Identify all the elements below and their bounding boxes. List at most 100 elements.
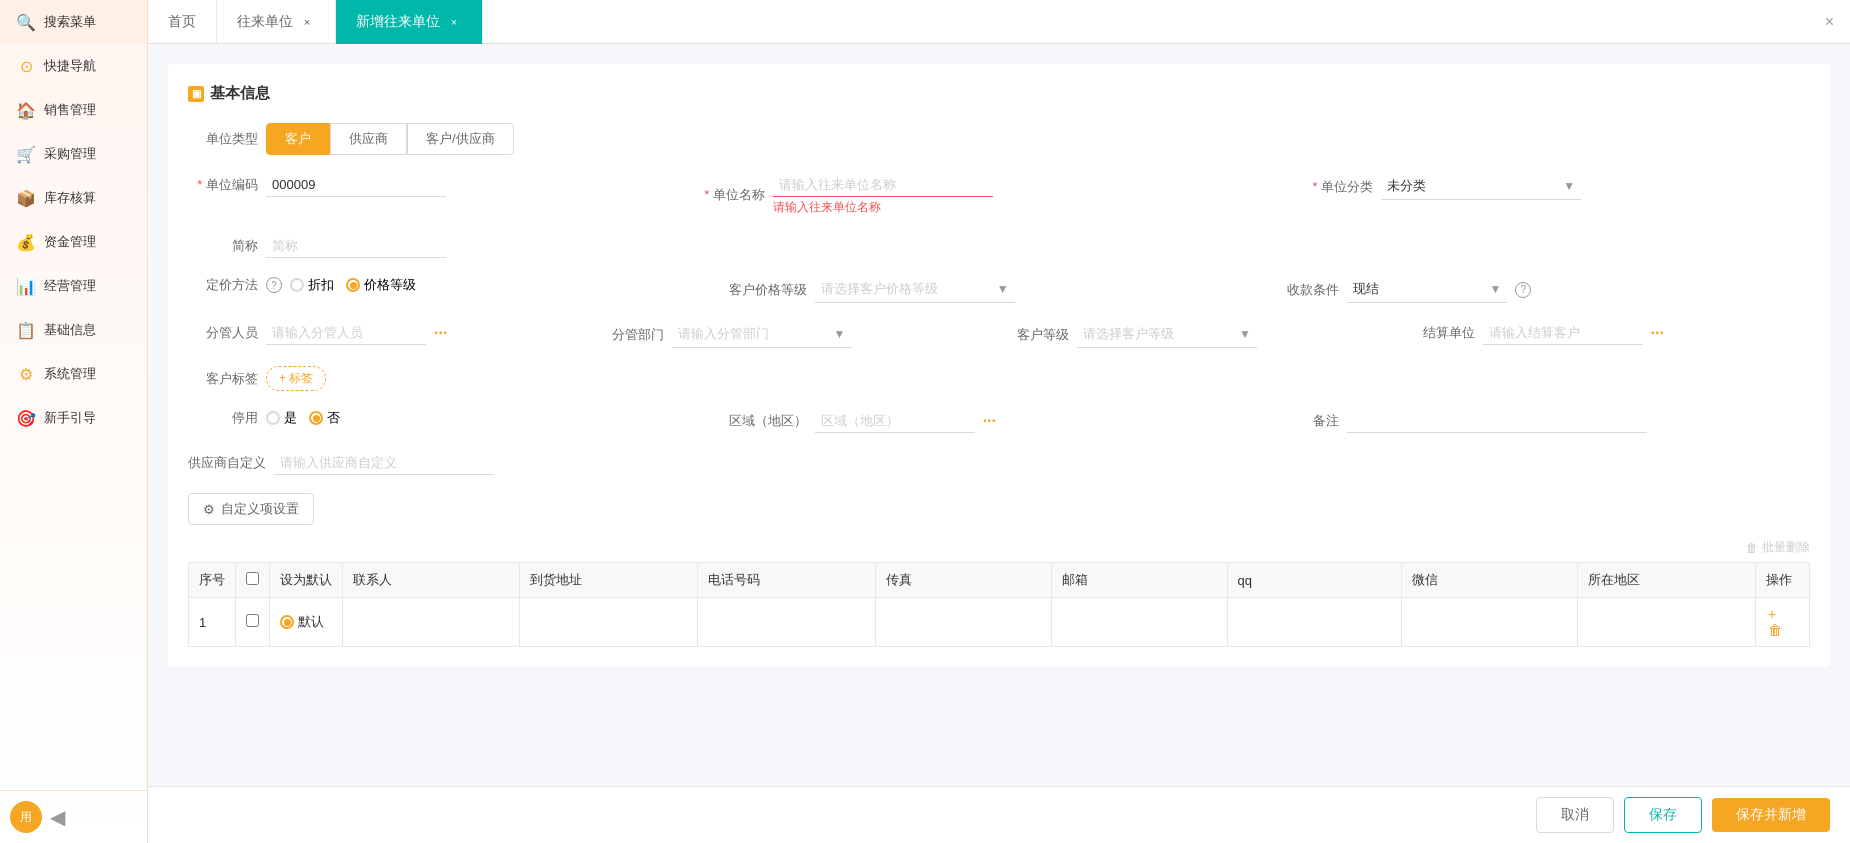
price-level-label: 客户价格等级 (729, 281, 807, 299)
sidebar-item-finance[interactable]: 💰 资金管理 (0, 220, 147, 264)
payment-terms-label: 收款条件 (1269, 281, 1339, 299)
disabled-region-row: 停用 是 否 区 (188, 409, 1810, 433)
unit-type-row: 单位类型 客户 供应商 客户/供应商 (188, 123, 1810, 155)
sidebar-bottom: 用 ◀ (0, 790, 147, 843)
row-default-label: 默认 (298, 613, 324, 631)
fax-input[interactable] (886, 615, 1041, 630)
radio-dot (350, 282, 357, 289)
type-btn-customer[interactable]: 客户 (266, 123, 330, 155)
radio-yes[interactable]: 是 (266, 409, 297, 427)
unit-code-field: 单位编码 (188, 173, 695, 197)
remark-input[interactable] (1347, 409, 1647, 433)
pricing-method-label: 定价方法 (188, 276, 258, 294)
contact-input[interactable] (353, 615, 509, 630)
sidebar-item-inventory[interactable]: 📦 库存核算 (0, 176, 147, 220)
address-input[interactable] (530, 615, 687, 630)
radio-no-label: 否 (327, 409, 340, 427)
cancel-button[interactable]: 取消 (1536, 797, 1614, 833)
unit-category-label: 单位分类 (1303, 178, 1373, 196)
tab-partner-close[interactable]: × (299, 14, 315, 30)
sidebar-collapse-icon[interactable]: ◀ (50, 805, 65, 829)
pricing-row: 定价方法 ? 折扣 价格等级 (188, 276, 1810, 303)
type-btn-both[interactable]: 客户/供应商 (407, 123, 514, 155)
tag-row: 客户标签 + 标签 (188, 366, 1810, 391)
pricing-help-icon[interactable]: ? (266, 277, 282, 293)
row-delete-btn[interactable]: 🗑 (1768, 622, 1782, 638)
manager-more-btn[interactable]: ··· (434, 324, 447, 342)
cell-index: 1 (189, 598, 236, 647)
col-default: 设为默认 (270, 563, 343, 598)
sidebar-item-guide[interactable]: 🎯 新手引导 (0, 396, 147, 440)
row-default-radio[interactable]: 默认 (280, 613, 332, 631)
section-icon: ▣ (188, 86, 204, 102)
sidebar-item-basic[interactable]: 📋 基础信息 (0, 308, 147, 352)
settlement-more-btn[interactable]: ··· (1651, 324, 1664, 342)
custom-settings-button[interactable]: ⚙ 自定义项设置 (188, 493, 314, 525)
batch-delete-button[interactable]: 🗑 批量删除 (1746, 539, 1810, 556)
sidebar-item-system[interactable]: ⚙ 系统管理 (0, 352, 147, 396)
col-contact: 联系人 (343, 563, 520, 598)
cell-action: + 🗑 (1755, 598, 1809, 647)
basic-icon: 📋 (16, 320, 36, 340)
sidebar-item-search[interactable]: 🔍 搜索菜单 (0, 0, 147, 44)
region-more-btn[interactable]: ··· (983, 412, 996, 430)
row-checkbox[interactable] (246, 614, 259, 627)
row-add-btn[interactable]: + (1768, 606, 1776, 622)
row-region-input[interactable] (1588, 615, 1745, 630)
region-label: 区域（地区） (729, 412, 807, 430)
tab-partner[interactable]: 往来单位 × (217, 0, 336, 44)
unit-code-input[interactable] (266, 173, 446, 197)
sidebar-item-quick-nav[interactable]: ⊙ 快捷导航 (0, 44, 147, 88)
qq-input[interactable] (1238, 615, 1391, 630)
customer-level-field: 客户等级 请选择客户等级 ▼ (999, 321, 1405, 348)
settlement-input[interactable] (1483, 321, 1643, 345)
content-area: ▣ 基本信息 单位类型 客户 供应商 客户/供应商 单位编码 (148, 44, 1850, 786)
tab-new-partner-close[interactable]: × (446, 14, 462, 30)
price-level-chevron: ▼ (997, 282, 1009, 296)
save-button[interactable]: 保存 (1624, 797, 1702, 833)
price-level-placeholder: 请选择客户价格等级 (821, 280, 993, 298)
section-title: ▣ 基本信息 (188, 84, 1810, 103)
tab-new-partner[interactable]: 新增往来单位 × (336, 0, 483, 44)
email-input[interactable] (1062, 615, 1217, 630)
radio-discount[interactable]: 折扣 (290, 276, 334, 294)
tab-bar-close[interactable]: × (1809, 13, 1850, 31)
sidebar-item-operations[interactable]: 📊 经营管理 (0, 264, 147, 308)
customer-level-select[interactable]: 请选择客户等级 ▼ (1077, 321, 1257, 348)
select-all-checkbox[interactable] (246, 572, 259, 585)
contact-table-container: 序号 设为默认 联系人 到货地址 电话号码 传真 邮箱 qq 微信 所在地区 操… (188, 562, 1810, 647)
cell-address (519, 598, 697, 647)
radio-no[interactable]: 否 (309, 409, 340, 427)
department-select[interactable]: 请输入分管部门 ▼ (672, 321, 852, 348)
supplier-custom-input[interactable] (274, 451, 494, 475)
manager-input[interactable] (266, 321, 426, 345)
radio-no-circle (309, 411, 323, 425)
sidebar-item-sales[interactable]: 🏠 销售管理 (0, 88, 147, 132)
manager-field: 分管人员 ··· (188, 321, 594, 345)
sidebar-item-purchase[interactable]: 🛒 采购管理 (0, 132, 147, 176)
save-new-button[interactable]: 保存并新增 (1712, 798, 1830, 832)
tab-home[interactable]: 首页 (148, 0, 217, 44)
radio-price-level-label: 价格等级 (364, 276, 416, 294)
table-row: 1 默认 (189, 598, 1810, 647)
region-input[interactable] (815, 409, 975, 433)
add-tag-button[interactable]: + 标签 (266, 366, 326, 391)
wechat-input[interactable] (1412, 615, 1567, 630)
add-tag-label: + 标签 (279, 370, 313, 387)
phone-input[interactable] (708, 615, 865, 630)
cell-phone (698, 598, 876, 647)
tag-label: 客户标签 (188, 370, 258, 388)
payment-terms-value: 现结 (1353, 280, 1485, 298)
price-level-select[interactable]: 请选择客户价格等级 ▼ (815, 276, 1015, 303)
short-name-input[interactable] (266, 234, 446, 258)
unit-category-select[interactable]: 未分类 ▼ (1381, 173, 1581, 200)
radio-discount-circle (290, 278, 304, 292)
type-btn-supplier[interactable]: 供应商 (330, 123, 407, 155)
tag-field: 客户标签 + 标签 (188, 366, 1810, 391)
payment-help-icon[interactable]: ? (1515, 282, 1531, 298)
unit-name-input[interactable] (773, 173, 993, 197)
payment-terms-select[interactable]: 现结 ▼ (1347, 276, 1507, 303)
cell-checkbox (236, 598, 270, 647)
radio-price-level[interactable]: 价格等级 (346, 276, 416, 294)
footer: 取消 保存 保存并新增 (148, 786, 1850, 843)
